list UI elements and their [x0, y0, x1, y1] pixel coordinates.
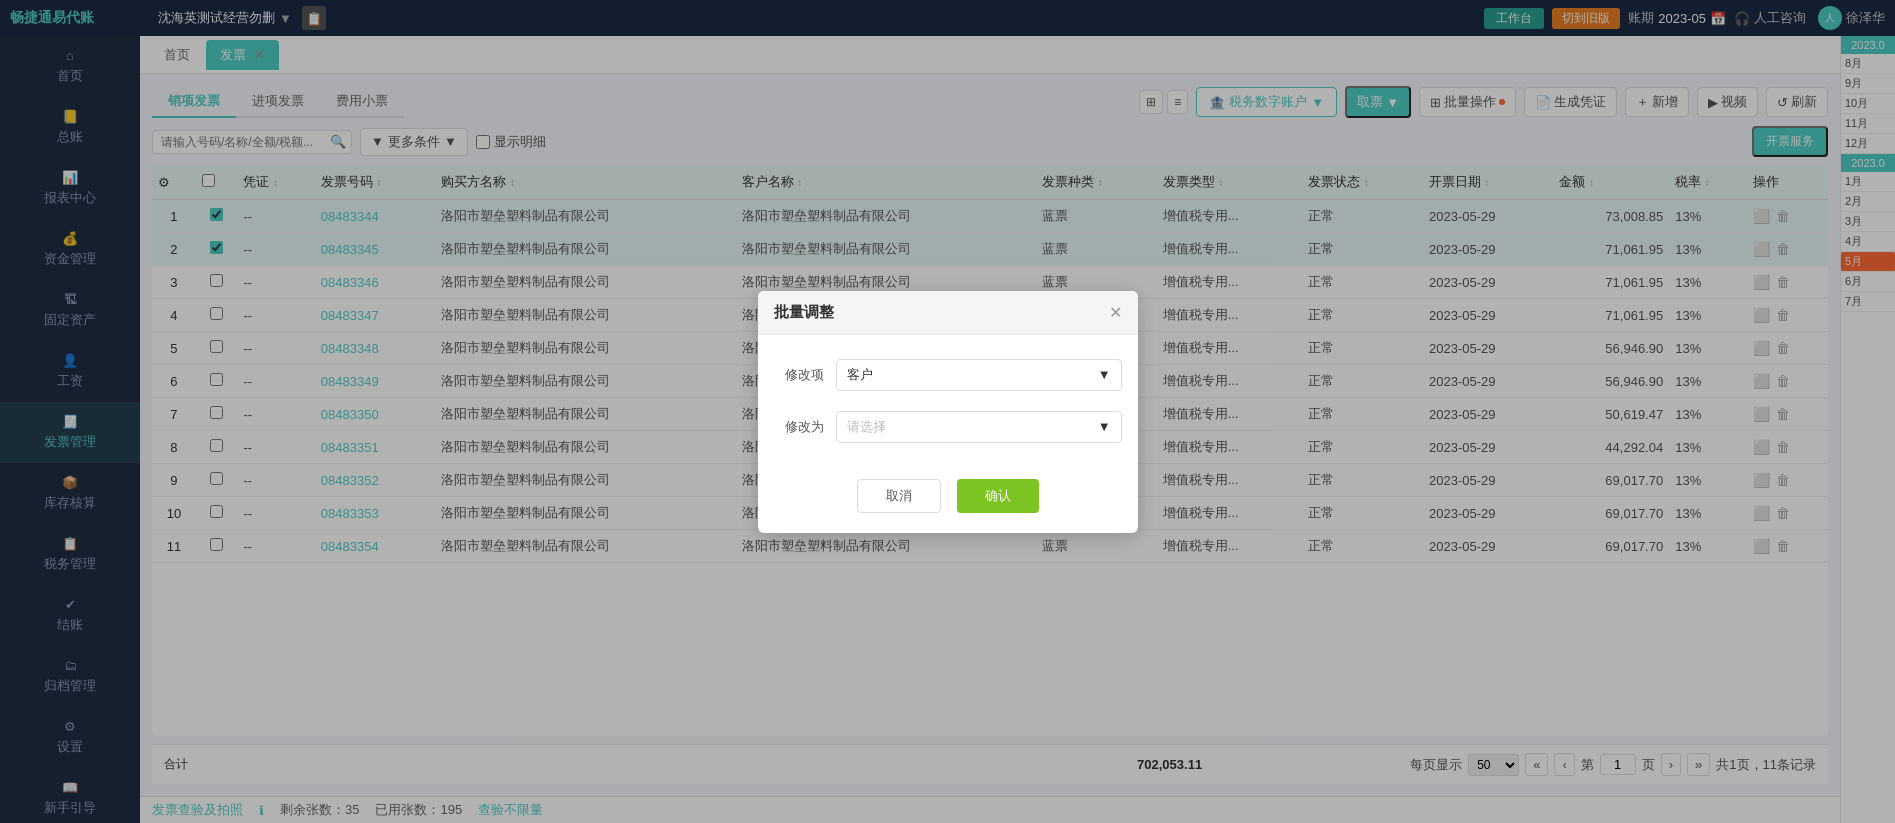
modal-footer: 取消 确认: [758, 467, 1138, 533]
modal-field-change: 修改为 请选择 ▼: [774, 411, 1122, 443]
modify-item-value: 客户: [847, 366, 873, 384]
modify-item-dropdown-icon: ▼: [1098, 367, 1111, 382]
modify-to-dropdown-icon: ▼: [1098, 419, 1111, 434]
modify-item-label: 修改项: [774, 366, 824, 384]
modal-title: 批量调整: [774, 303, 834, 322]
modify-to-placeholder: 请选择: [847, 418, 886, 436]
modal-confirm-btn[interactable]: 确认: [957, 479, 1039, 513]
modal-body: 修改项 客户 ▼ 修改为 请选择 ▼: [758, 335, 1138, 467]
modal-header: 批量调整 ✕: [758, 291, 1138, 335]
modal-overlay: 批量调整 ✕ 修改项 客户 ▼ 修改为 请选择 ▼ 取消 确认: [0, 0, 1895, 823]
modify-item-select[interactable]: 客户 ▼: [836, 359, 1122, 391]
modal-close-btn[interactable]: ✕: [1109, 303, 1122, 322]
modal-cancel-btn[interactable]: 取消: [857, 479, 941, 513]
batch-adjust-modal: 批量调整 ✕ 修改项 客户 ▼ 修改为 请选择 ▼ 取消 确认: [758, 291, 1138, 533]
modify-to-select[interactable]: 请选择 ▼: [836, 411, 1122, 443]
modify-to-label: 修改为: [774, 418, 824, 436]
modal-field-item: 修改项 客户 ▼: [774, 359, 1122, 391]
